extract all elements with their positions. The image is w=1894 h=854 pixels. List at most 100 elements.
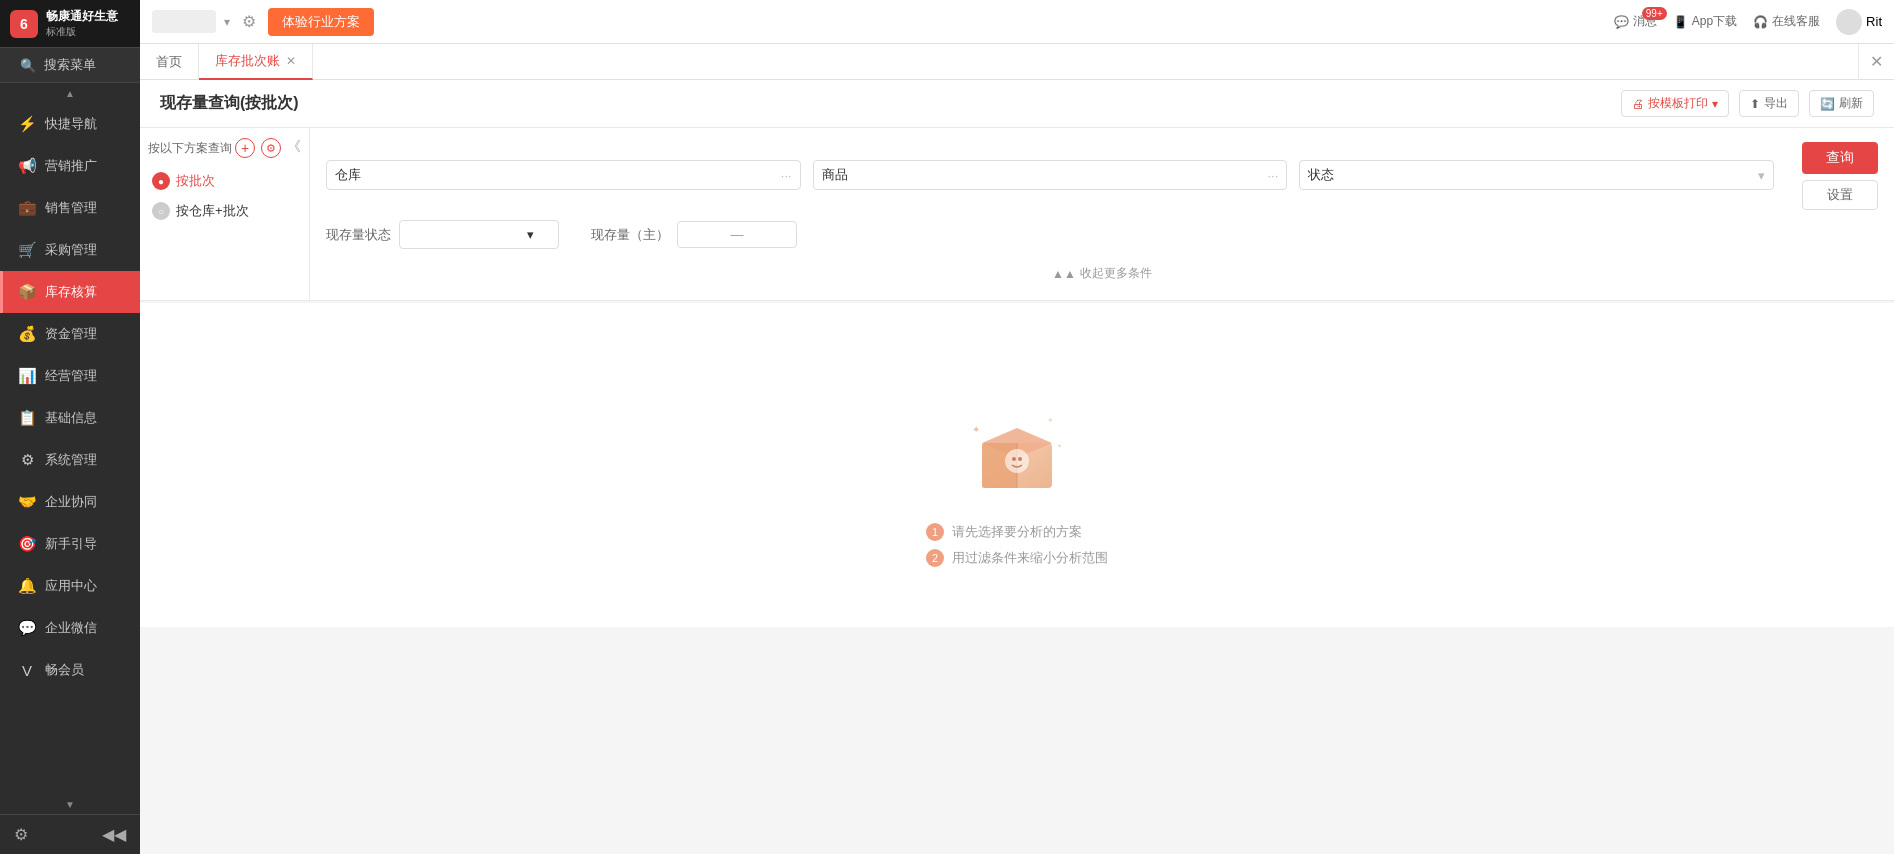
column-settings-btn[interactable]: 设置 xyxy=(1802,180,1878,210)
sidebar-menu: ⚡ 快捷导航 📢 营销推广 💼 销售管理 🛒 采购管理 📦 库存核算 💰 资金管… xyxy=(0,103,140,794)
tab-0[interactable]: 首页 xyxy=(140,44,199,80)
hint-text-1: 请先选择要分析的方案 xyxy=(952,523,1082,541)
sidebar-label-6: 经营管理 xyxy=(45,367,97,385)
scheme-item-warehouse-batch[interactable]: ○ 按仓库+批次 xyxy=(148,196,301,226)
sidebar-search[interactable]: 🔍 搜索菜单 xyxy=(0,48,140,83)
print-dropdown-icon: ▾ xyxy=(1712,97,1718,111)
scheme-warehouse-batch-icon: ○ xyxy=(152,202,170,220)
sidebar-item-5[interactable]: 💰 资金管理 xyxy=(0,313,140,355)
hint-num-1: 1 xyxy=(926,523,944,541)
export-btn[interactable]: ⬆ 导出 xyxy=(1739,90,1799,117)
sidebar-item-1[interactable]: 📢 营销推广 xyxy=(0,145,140,187)
breadcrumb xyxy=(152,10,216,33)
svg-text:✦: ✦ xyxy=(1057,443,1062,449)
status-dropdown-icon: ▾ xyxy=(1758,168,1765,183)
query-btn[interactable]: 查询 xyxy=(1802,142,1878,174)
scheme-add-btn[interactable]: + xyxy=(235,138,255,158)
logo-char: 6 xyxy=(20,16,28,32)
sidebar-icon-3: 🛒 xyxy=(17,240,37,260)
sidebar-item-10[interactable]: 🎯 新手引导 xyxy=(0,523,140,565)
sidebar-item-4[interactable]: 📦 库存核算 xyxy=(0,271,140,313)
collapse-more-btn[interactable]: ▲▲ 收起更多条件 xyxy=(326,259,1878,288)
filter-area: 仓库 ··· 商品 ··· 状态 ▾ xyxy=(310,128,1894,300)
scheme-settings-btn[interactable]: ⚙ xyxy=(261,138,281,158)
template-print-btn[interactable]: 🖨 按模板打印 ▾ xyxy=(1621,90,1729,117)
refresh-btn[interactable]: 🔄 刷新 xyxy=(1809,90,1874,117)
scheme-warehouse-batch-label: 按仓库+批次 xyxy=(176,202,249,220)
topbar-gear-icon[interactable]: ⚙ xyxy=(242,12,256,31)
sidebar-bottom: ⚙ ◀◀ xyxy=(0,814,140,854)
message-btn[interactable]: 💬 消息 99+ xyxy=(1614,13,1657,30)
sidebar-item-6[interactable]: 📊 经营管理 xyxy=(0,355,140,397)
phone-icon: 📱 xyxy=(1673,15,1688,29)
product-input[interactable]: 商品 ··· xyxy=(813,160,1288,190)
tab-area-close-btn[interactable]: ✕ xyxy=(1858,44,1894,80)
svg-point-6 xyxy=(1018,457,1022,461)
filter-row-2: 现存量状态 ▾ 现存量（主） — xyxy=(326,220,1878,249)
svg-text:✦: ✦ xyxy=(1047,416,1054,425)
sidebar-item-3[interactable]: 🛒 采购管理 xyxy=(0,229,140,271)
sidebar-item-7[interactable]: 📋 基础信息 xyxy=(0,397,140,439)
sidebar-item-9[interactable]: 🤝 企业协同 xyxy=(0,481,140,523)
hint-num-2: 2 xyxy=(926,549,944,567)
export-label: 导出 xyxy=(1764,95,1788,112)
template-print-label: 按模板打印 xyxy=(1648,95,1708,112)
tab-label-0: 首页 xyxy=(156,53,182,71)
select-value xyxy=(408,226,468,243)
refresh-icon: 🔄 xyxy=(1820,97,1835,111)
collapse-icon[interactable]: ◀◀ xyxy=(102,825,126,844)
product-field: 商品 ··· xyxy=(813,160,1288,190)
sidebar-label-8: 系统管理 xyxy=(45,451,97,469)
sidebar-scroll-up[interactable]: ▲ xyxy=(0,83,140,103)
user-area[interactable]: Rit xyxy=(1836,9,1882,35)
sidebar-label-5: 资金管理 xyxy=(45,325,97,343)
empty-state: ✦ ✦ ✦ 1 请先选择要分析的方案 2 用过滤条件来缩小分析范围 xyxy=(140,303,1894,627)
status-input[interactable]: 状态 ▾ xyxy=(1299,160,1774,190)
page-title: 现存量查询(按批次) xyxy=(160,93,299,114)
sidebar-label-10: 新手引导 xyxy=(45,535,97,553)
warehouse-field: 仓库 ··· xyxy=(326,160,801,190)
inventory-qty-dash[interactable]: — xyxy=(677,221,797,248)
sidebar-icon-10: 🎯 xyxy=(17,534,37,554)
search-label: 搜索菜单 xyxy=(44,56,96,74)
inventory-status-select[interactable]: ▾ xyxy=(399,220,559,249)
experience-btn[interactable]: 体验行业方案 xyxy=(268,8,374,36)
tab-close-1[interactable]: ✕ xyxy=(286,54,296,68)
collapse-label: 收起更多条件 xyxy=(1080,265,1152,282)
online-service-btn[interactable]: 🎧 在线客服 xyxy=(1753,13,1820,30)
sidebar-icon-13: V xyxy=(17,660,37,680)
collapse-chevron-icon: ▲▲ xyxy=(1052,267,1076,281)
settings-icon[interactable]: ⚙ xyxy=(14,825,28,844)
edition-label: 标准版 xyxy=(46,25,118,39)
sidebar-item-13[interactable]: V 畅会员 xyxy=(0,649,140,691)
sidebar-item-11[interactable]: 🔔 应用中心 xyxy=(0,565,140,607)
sidebar-label-4: 库存核算 xyxy=(45,283,97,301)
sidebar-icon-6: 📊 xyxy=(17,366,37,386)
filter-row-1: 仓库 ··· 商品 ··· 状态 ▾ xyxy=(326,140,1878,210)
breadcrumb-dropdown[interactable]: ▾ xyxy=(224,15,230,29)
sidebar-item-0[interactable]: ⚡ 快捷导航 xyxy=(0,103,140,145)
sidebar-label-0: 快捷导航 xyxy=(45,115,97,133)
user-name: Rit xyxy=(1866,14,1882,29)
app-download-btn[interactable]: 📱 App下载 xyxy=(1673,13,1737,30)
tabbar: 首页库存批次账✕✕ xyxy=(140,44,1894,80)
sidebar-icon-5: 💰 xyxy=(17,324,37,344)
warehouse-input[interactable]: 仓库 ··· xyxy=(326,160,801,190)
status-label: 状态 xyxy=(1308,166,1334,184)
sidebar-item-2[interactable]: 💼 销售管理 xyxy=(0,187,140,229)
sidebar: 6 畅康通好生意 标准版 🔍 搜索菜单 ▲ ⚡ 快捷导航 📢 营销推广 💼 销售… xyxy=(0,0,140,854)
tab-1[interactable]: 库存批次账✕ xyxy=(199,44,313,80)
sidebar-item-8[interactable]: ⚙ 系统管理 xyxy=(0,439,140,481)
empty-illustration: ✦ ✦ ✦ xyxy=(957,383,1077,503)
sidebar-item-12[interactable]: 💬 企业微信 xyxy=(0,607,140,649)
sidebar-scroll-down[interactable]: ▼ xyxy=(0,794,140,814)
page-actions: 🖨 按模板打印 ▾ ⬆ 导出 🔄 刷新 xyxy=(1621,90,1874,117)
scheme-item-batch[interactable]: ● 按批次 xyxy=(148,166,301,196)
inventory-status-field: 现存量状态 ▾ xyxy=(326,220,559,249)
sidebar-header: 6 畅康通好生意 标准版 xyxy=(0,0,140,48)
topbar-right: 💬 消息 99+ 📱 App下载 🎧 在线客服 Rit xyxy=(1614,9,1882,35)
inventory-status-label: 现存量状态 xyxy=(326,226,391,244)
sidebar-icon-12: 💬 xyxy=(17,618,37,638)
scheme-collapse-btn[interactable]: 《 xyxy=(287,138,301,158)
sidebar-icon-0: ⚡ xyxy=(17,114,37,134)
